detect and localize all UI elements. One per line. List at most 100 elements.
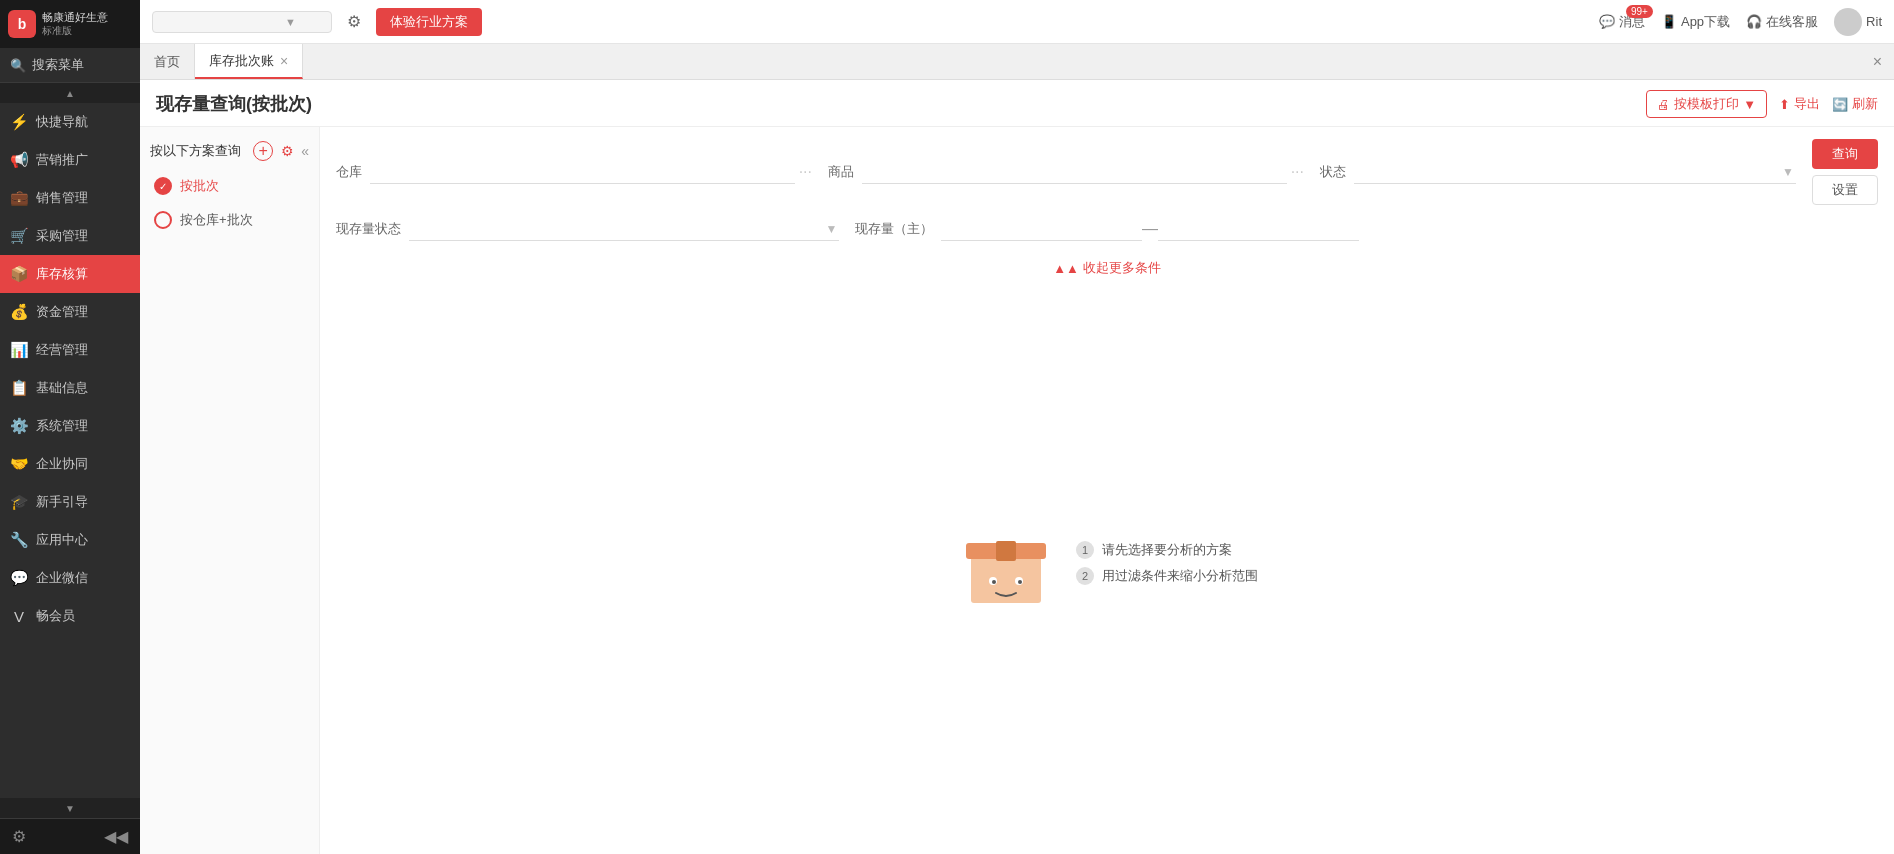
close-all-icon: × [1873, 53, 1882, 71]
sidebar-item-marketing[interactable]: 📢 营销推广 [0, 141, 140, 179]
tab-home-label: 首页 [154, 53, 180, 71]
tab-home[interactable]: 首页 [140, 44, 195, 79]
plan-settings-btn[interactable]: ⚙ [277, 141, 297, 161]
plan-warehouse-label: 按仓库+批次 [180, 211, 253, 229]
sidebar-label-appcenter: 应用中心 [36, 531, 88, 549]
online-service-btn[interactable]: 🎧 在线客服 [1746, 13, 1818, 31]
stock-status-label: 现存量状态 [336, 220, 401, 238]
stock-status-select[interactable]: ▼ [409, 218, 839, 241]
sidebar-item-finance[interactable]: 💰 资金管理 [0, 293, 140, 331]
tab-close-icon[interactable]: × [280, 54, 288, 68]
sidebar-label-shortcut: 快捷导航 [36, 113, 88, 131]
sidebar-item-shortcut[interactable]: ⚡ 快捷导航 [0, 103, 140, 141]
app-name: 畅康通好生意 [42, 10, 108, 24]
export-icon: ⬆ [1779, 97, 1790, 112]
sidebar-icon-marketing: 📢 [10, 151, 28, 169]
collapse-more-btn[interactable]: ▲▲ 收起更多条件 [336, 253, 1878, 283]
stock-qty-min[interactable] [941, 217, 1142, 241]
sidebar-item-operations[interactable]: 📊 经营管理 [0, 331, 140, 369]
sidebar-item-wechat[interactable]: 💬 企业微信 [0, 559, 140, 597]
panel-collapse-btn[interactable]: « [301, 143, 309, 159]
stock-status-chevron-icon: ▼ [825, 222, 837, 236]
print-btn[interactable]: 🖨 按模板打印 ▼ [1646, 90, 1767, 118]
stock-qty-max[interactable] [1158, 217, 1359, 241]
tab-inventory-batch-label: 库存批次账 [209, 52, 274, 70]
sidebar-item-newbie[interactable]: 🎓 新手引导 [0, 483, 140, 521]
sidebar-item-inventory[interactable]: 📦 库存核算 [0, 255, 140, 293]
collapse-icon: « [301, 143, 309, 159]
sidebar-items: ⚡ 快捷导航 📢 营销推广 💼 销售管理 🛒 采购管理 📦 库存核算 💰 资金管… [0, 103, 140, 798]
plan-item-warehouse-batch[interactable]: 按仓库+批次 [140, 203, 319, 237]
app-download-icon: 📱 [1661, 14, 1677, 29]
plan-warehouse-icon [154, 211, 172, 229]
svg-point-5 [992, 580, 996, 584]
sidebar-label-system: 系统管理 [36, 417, 88, 435]
sidebar-label-basic: 基础信息 [36, 379, 88, 397]
sidebar-scroll-down[interactable]: ▼ [0, 798, 140, 818]
sidebar-item-system[interactable]: ⚙️ 系统管理 [0, 407, 140, 445]
topbar-right: 💬 消息 99+ 📱 App下载 🎧 在线客服 Rit [1599, 8, 1882, 36]
settings-footer-icon[interactable]: ⚙ [12, 827, 26, 846]
sidebar-label-newbie: 新手引导 [36, 493, 88, 511]
sidebar-label-inventory: 库存核算 [36, 265, 88, 283]
message-icon: 💬 [1599, 14, 1615, 29]
topbar-gear-icon[interactable]: ⚙ [340, 8, 368, 36]
status-select[interactable]: ▼ [1354, 161, 1796, 184]
refresh-icon: 🔄 [1832, 97, 1848, 112]
app-download-btn[interactable]: 📱 App下载 [1661, 13, 1730, 31]
tab-inventory-batch[interactable]: 库存批次账 × [195, 44, 303, 79]
message-btn[interactable]: 💬 消息 99+ [1599, 13, 1645, 31]
product-dots[interactable]: ··· [1291, 163, 1304, 181]
close-all-tabs-btn[interactable]: × [1861, 44, 1894, 79]
sidebar-scroll-up[interactable]: ▲ [0, 83, 140, 103]
sidebar-item-basic[interactable]: 📋 基础信息 [0, 369, 140, 407]
sidebar-item-enterprise[interactable]: 🤝 企业协同 [0, 445, 140, 483]
status-chevron-icon: ▼ [1782, 165, 1794, 179]
query-settings-area: 查询 设置 [1812, 139, 1878, 205]
filter-area: 仓库 ··· 商品 ··· 状态 [336, 139, 1878, 283]
stock-qty-filter: 现存量（主） — [855, 217, 1358, 241]
sidebar-item-appcenter[interactable]: 🔧 应用中心 [0, 521, 140, 559]
sidebar-item-purchase[interactable]: 🛒 采购管理 [0, 217, 140, 255]
topbar: ▼ ⚙ 体验行业方案 💬 消息 99+ 📱 App下载 🎧 在线客服 Rit [140, 0, 1894, 44]
search-menu[interactable]: 🔍 搜索菜单 [0, 48, 140, 83]
warehouse-input[interactable] [370, 160, 795, 184]
topbar-search-input[interactable] [161, 15, 281, 29]
settings-btn[interactable]: 设置 [1812, 175, 1878, 205]
sidebar-item-sales[interactable]: 💼 销售管理 [0, 179, 140, 217]
tip-num-1: 1 [1076, 541, 1094, 559]
page: 现存量查询(按批次) 🖨 按模板打印 ▼ ⬆ 导出 🔄 刷新 [140, 80, 1894, 854]
page-header-actions: 🖨 按模板打印 ▼ ⬆ 导出 🔄 刷新 [1646, 90, 1878, 118]
sidebar-footer: ⚙ ◀◀ [0, 818, 140, 854]
filter-row-2: 现存量状态 ▼ 现存量（主） — [336, 217, 1878, 241]
tip-num-2: 2 [1076, 567, 1094, 585]
sidebar-item-member[interactable]: V 畅会员 [0, 597, 140, 635]
sidebar-label-sales: 销售管理 [36, 189, 88, 207]
plan-item-batch[interactable]: ✓ 按批次 [140, 169, 319, 203]
collapse-sidebar-icon[interactable]: ◀◀ [104, 827, 128, 846]
print-chevron-icon: ▼ [1743, 97, 1756, 112]
warehouse-filter: 仓库 ··· [336, 160, 812, 184]
printer-icon: 🖨 [1657, 97, 1670, 112]
warehouse-dots[interactable]: ··· [799, 163, 812, 181]
service-label: 在线客服 [1766, 13, 1818, 31]
refresh-btn[interactable]: 🔄 刷新 [1832, 95, 1878, 113]
user-area[interactable]: Rit [1834, 8, 1882, 36]
sidebar-icon-shortcut: ⚡ [10, 113, 28, 131]
qty-separator: — [1142, 220, 1158, 238]
tip-text-2: 用过滤条件来缩小分析范围 [1102, 567, 1258, 585]
add-plan-btn[interactable]: + [253, 141, 273, 161]
sidebar-label-marketing: 营销推广 [36, 151, 88, 169]
status-label: 状态 [1320, 163, 1346, 181]
trial-btn[interactable]: 体验行业方案 [376, 8, 482, 36]
query-btn[interactable]: 查询 [1812, 139, 1878, 169]
product-input[interactable] [862, 160, 1287, 184]
topbar-search-chevron-icon: ▼ [285, 16, 296, 28]
user-name: Rit [1866, 14, 1882, 29]
export-btn[interactable]: ⬆ 导出 [1779, 95, 1820, 113]
panel-header-label: 按以下方案查询 [150, 142, 241, 160]
topbar-search-box[interactable]: ▼ [152, 11, 332, 33]
page-title: 现存量查询(按批次) [156, 92, 312, 116]
svg-point-6 [1018, 580, 1022, 584]
sidebar-label-enterprise: 企业协同 [36, 455, 88, 473]
